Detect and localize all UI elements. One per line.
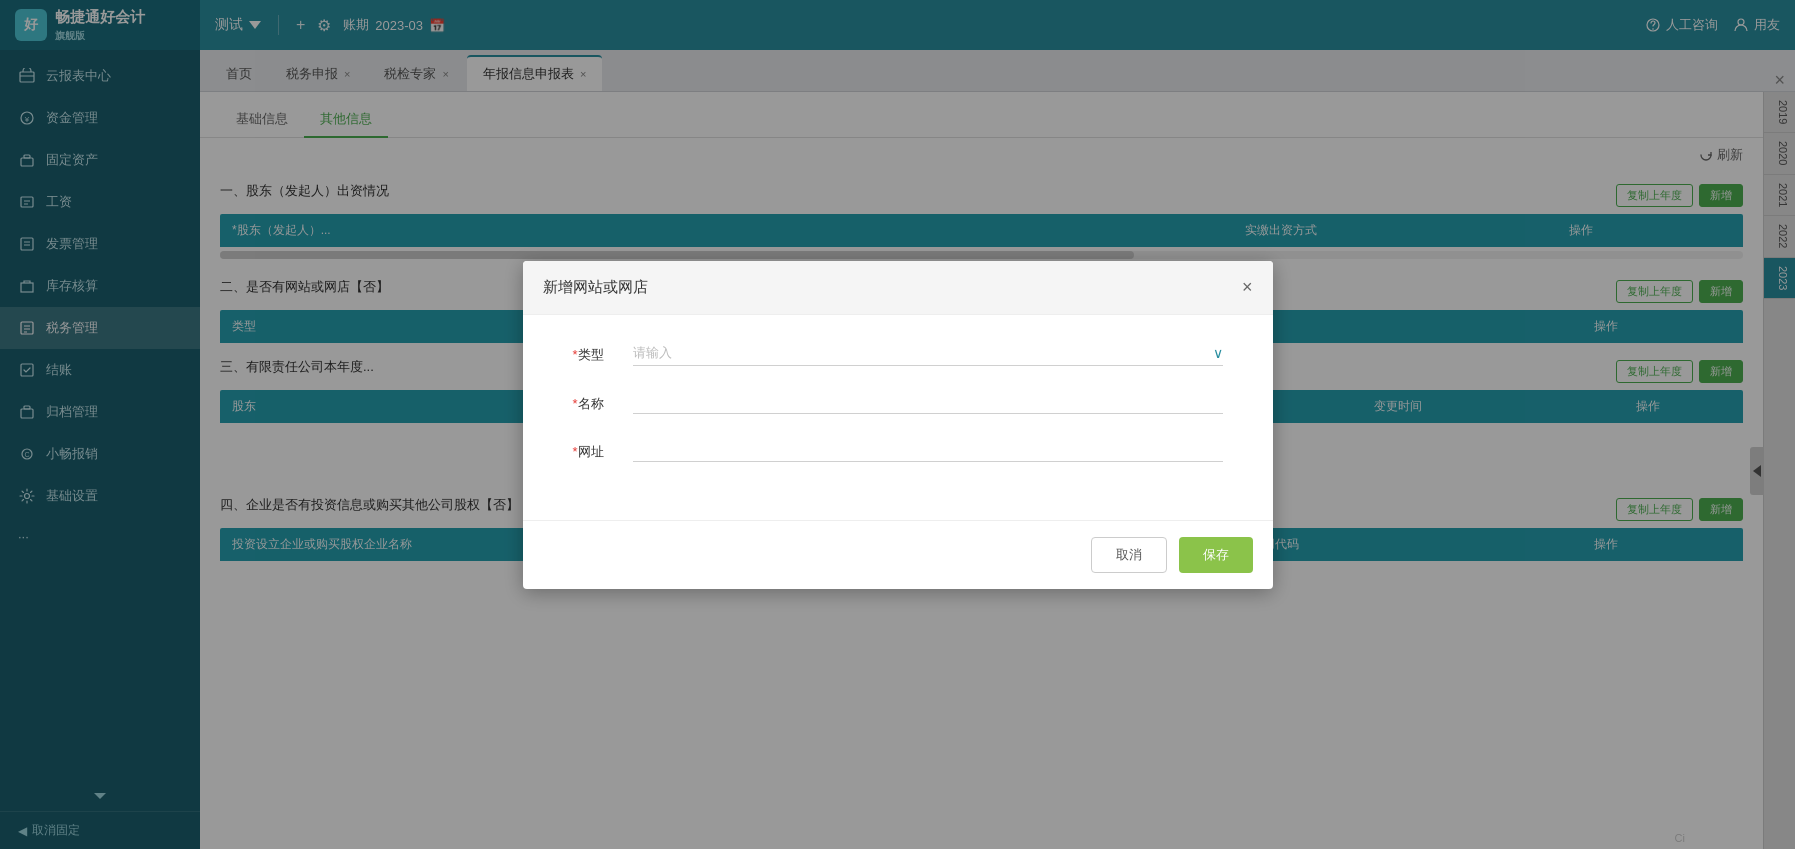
dialog-title: 新增网站或网店 xyxy=(543,278,648,297)
type-label: *类型 xyxy=(573,346,633,364)
add-website-dialog: 新增网站或网店 × *类型 ∨ *名称 xyxy=(523,261,1273,589)
save-btn[interactable]: 保存 xyxy=(1179,537,1253,573)
form-field-url: *网址 xyxy=(573,442,1223,462)
dialog-header: 新增网站或网店 × xyxy=(523,261,1273,315)
url-input-wrap xyxy=(633,442,1223,462)
type-input-wrap: ∨ xyxy=(633,345,1223,366)
form-field-name: *名称 xyxy=(573,394,1223,414)
type-input[interactable] xyxy=(633,345,1213,360)
name-label: *名称 xyxy=(573,395,633,413)
dialog-body: *类型 ∨ *名称 *网址 xyxy=(523,315,1273,520)
dialog-footer: 取消 保存 xyxy=(523,520,1273,589)
type-dropdown-icon[interactable]: ∨ xyxy=(1213,345,1223,361)
url-input[interactable] xyxy=(633,442,1223,457)
name-input[interactable] xyxy=(633,394,1223,409)
dialog-close-btn[interactable]: × xyxy=(1242,277,1253,298)
url-label: *网址 xyxy=(573,443,633,461)
dialog-overlay: 新增网站或网店 × *类型 ∨ *名称 xyxy=(0,0,1795,849)
name-input-wrap xyxy=(633,394,1223,414)
cancel-btn[interactable]: 取消 xyxy=(1091,537,1167,573)
form-field-type: *类型 ∨ xyxy=(573,345,1223,366)
